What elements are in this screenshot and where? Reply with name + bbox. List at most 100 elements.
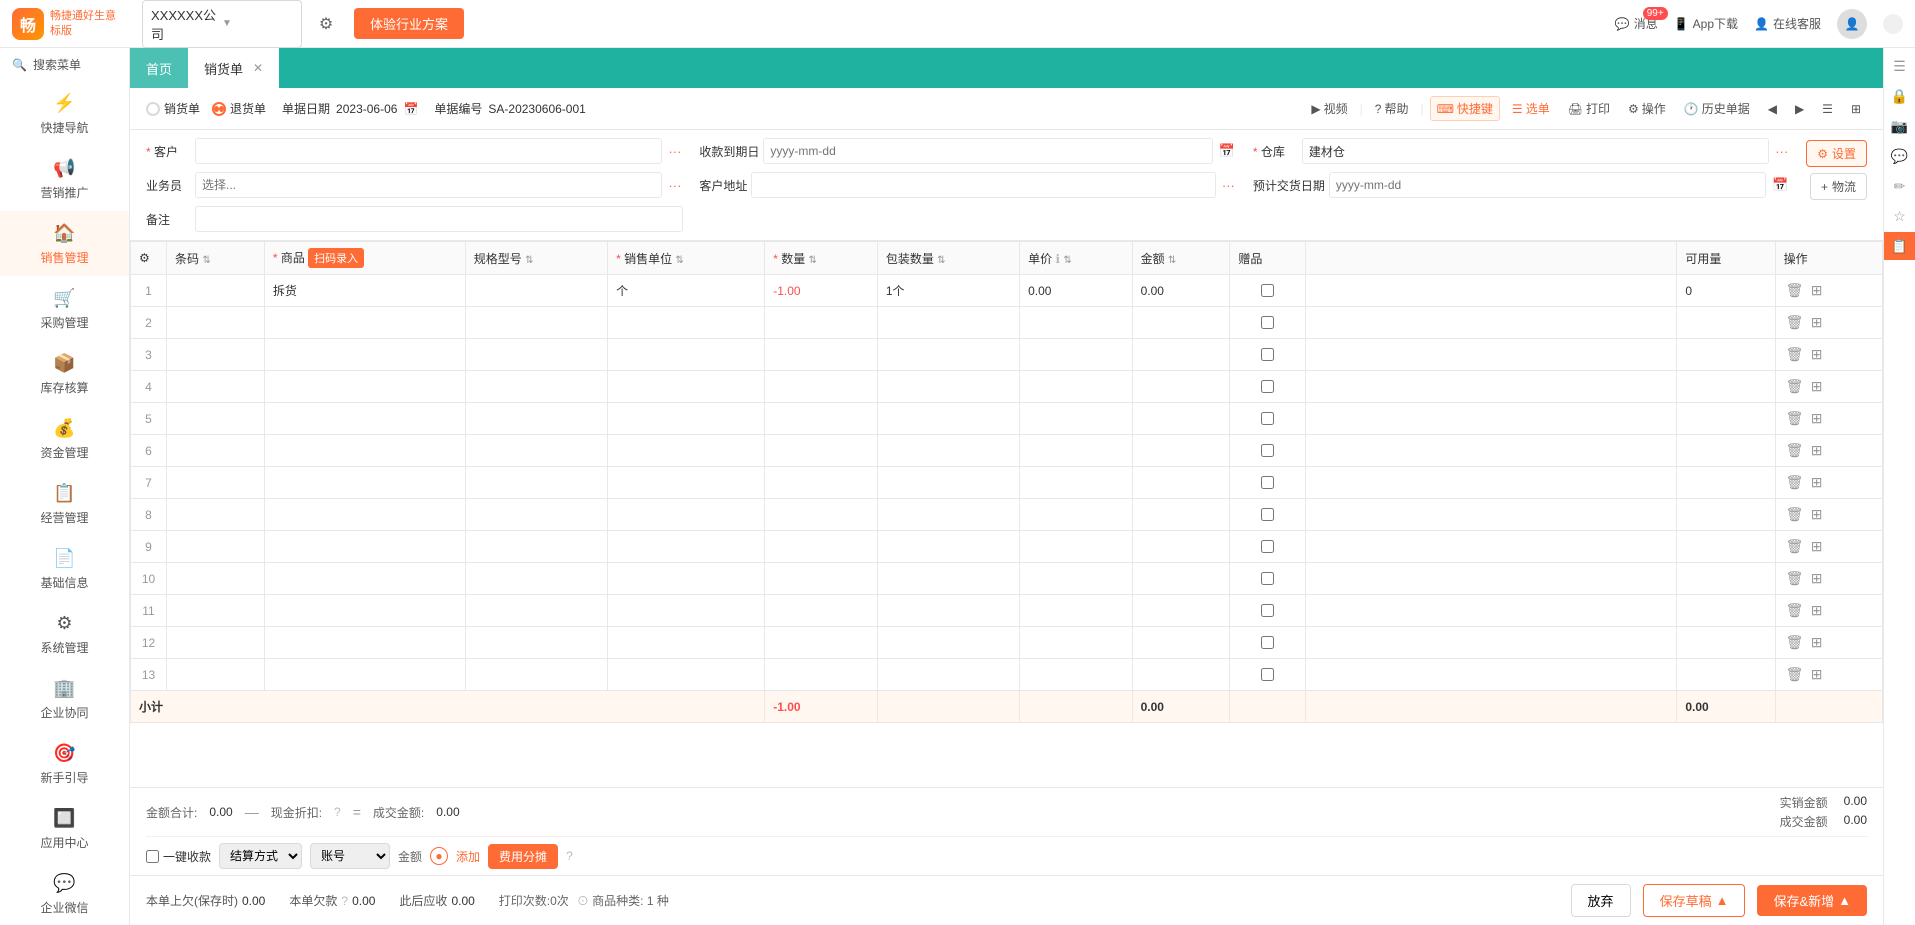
row-gift[interactable] — [1230, 467, 1306, 499]
row-qty[interactable] — [765, 467, 878, 499]
next-btn[interactable]: ▶ — [1789, 99, 1810, 119]
row-barcode[interactable] — [167, 403, 265, 435]
row-spec[interactable] — [465, 339, 607, 371]
delete-row-icon[interactable]: 🗑 — [1786, 538, 1804, 554]
row-gift[interactable] — [1230, 627, 1306, 659]
sort-amount-icon[interactable]: ⇅ — [1168, 255, 1176, 266]
app-download-item[interactable]: 📱 App下载 — [1674, 15, 1738, 32]
scan-btn[interactable]: 扫码录入 — [308, 248, 364, 268]
salesperson-dots-icon[interactable]: ··· — [666, 178, 683, 193]
copy-row-icon[interactable]: ⊞ — [1811, 634, 1823, 650]
delivery-calendar-icon[interactable]: 📅 — [1770, 177, 1790, 193]
calendar-icon[interactable]: 📅 — [403, 102, 418, 116]
row-qty[interactable] — [765, 499, 878, 531]
row-barcode[interactable] — [167, 563, 265, 595]
gift-checkbox[interactable] — [1261, 476, 1274, 489]
row-qty[interactable] — [765, 403, 878, 435]
panel-icon-1[interactable]: ☰ — [1886, 52, 1914, 80]
row-price[interactable] — [1020, 467, 1132, 499]
delete-row-icon[interactable]: 🗑 — [1786, 282, 1804, 298]
row-gift[interactable] — [1230, 563, 1306, 595]
row-barcode[interactable] — [167, 339, 265, 371]
row-price[interactable] — [1020, 659, 1132, 691]
add-label[interactable]: 添加 — [456, 848, 480, 865]
list-view-btn[interactable]: ☰ — [1816, 99, 1839, 119]
company-selector[interactable]: XXXXXX公司 ▼ — [142, 0, 302, 48]
copy-row-icon[interactable]: ⊞ — [1811, 602, 1823, 618]
remark-input[interactable] — [195, 206, 683, 232]
row-price[interactable] — [1020, 531, 1132, 563]
sidebar-item-operations[interactable]: 📋 经营管理 — [0, 471, 129, 536]
row-spec[interactable] — [465, 627, 607, 659]
copy-row-icon[interactable]: ⊞ — [1811, 570, 1823, 586]
copy-row-icon[interactable]: ⊞ — [1811, 442, 1823, 458]
delete-row-icon[interactable]: 🗑 — [1786, 474, 1804, 490]
tab-home[interactable]: 首页 — [130, 48, 188, 88]
row-price[interactable] — [1020, 435, 1132, 467]
expense-split-button[interactable]: 费用分摊 — [488, 844, 558, 869]
row-barcode[interactable] — [167, 275, 265, 307]
tab-sales-order[interactable]: 销货单 ✕ — [188, 48, 279, 88]
copy-row-icon[interactable]: ⊞ — [1811, 474, 1823, 490]
row-price[interactable]: 0.00 — [1020, 275, 1132, 307]
discard-button[interactable]: 放弃 — [1571, 884, 1631, 917]
copy-row-icon[interactable]: ⊞ — [1811, 314, 1823, 330]
sidebar-item-marketing[interactable]: 📢 营销推广 — [0, 146, 129, 211]
row-gift[interactable] — [1230, 371, 1306, 403]
row-qty[interactable] — [765, 531, 878, 563]
row-qty[interactable] — [765, 339, 878, 371]
copy-row-icon[interactable]: ⊞ — [1811, 282, 1823, 298]
avatar-extra[interactable] — [1883, 14, 1903, 34]
expected-delivery-input[interactable] — [1329, 172, 1766, 198]
row-spec[interactable] — [465, 499, 607, 531]
message-icon-item[interactable]: 💬 消息 99+ — [1615, 15, 1658, 32]
sidebar-item-basics[interactable]: 📄 基础信息 — [0, 536, 129, 601]
row-barcode[interactable] — [167, 659, 265, 691]
row-gift[interactable] — [1230, 659, 1306, 691]
row-barcode[interactable] — [167, 467, 265, 499]
history-btn[interactable]: 🕐 历史单据 — [1678, 97, 1756, 120]
video-btn[interactable]: ▶ 视频 — [1305, 97, 1353, 120]
row-gift[interactable] — [1230, 595, 1306, 627]
delete-row-icon[interactable]: 🗑 — [1786, 314, 1804, 330]
row-barcode[interactable] — [167, 627, 265, 659]
warehouse-dots-icon[interactable]: ··· — [1773, 144, 1790, 159]
delete-row-icon[interactable]: 🗑 — [1786, 666, 1804, 682]
sidebar-item-purchase[interactable]: 🛒 采购管理 — [0, 276, 129, 341]
sidebar-item-wechat[interactable]: 💬 企业微信 — [0, 861, 129, 925]
payment-account-select[interactable]: 账号 — [310, 843, 390, 869]
grid-view-btn[interactable]: ⊞ — [1845, 99, 1867, 119]
help-btn[interactable]: ? 帮助 — [1369, 97, 1415, 120]
gift-checkbox[interactable] — [1261, 508, 1274, 521]
row-spec[interactable] — [465, 659, 607, 691]
panel-icon-edit[interactable]: ✏ — [1886, 172, 1914, 200]
customer-input[interactable] — [195, 138, 662, 164]
warehouse-input[interactable] — [1302, 138, 1769, 164]
row-barcode[interactable] — [167, 307, 265, 339]
radio-sales[interactable]: 销货单 — [146, 100, 200, 117]
gift-checkbox[interactable] — [1261, 284, 1274, 297]
expense-help-icon[interactable]: ? — [566, 849, 573, 863]
row-price[interactable] — [1020, 499, 1132, 531]
gift-checkbox[interactable] — [1261, 604, 1274, 617]
row-qty[interactable] — [765, 307, 878, 339]
customer-dots-icon[interactable]: ··· — [666, 144, 683, 159]
sidebar-item-apps[interactable]: 🔲 应用中心 — [0, 796, 129, 861]
copy-row-icon[interactable]: ⊞ — [1811, 666, 1823, 682]
row-gift[interactable] — [1230, 307, 1306, 339]
delete-row-icon[interactable]: 🗑 — [1786, 442, 1804, 458]
row-gift[interactable] — [1230, 499, 1306, 531]
panel-icon-clipboard[interactable]: 📋 — [1884, 232, 1915, 260]
row-qty[interactable] — [765, 435, 878, 467]
sidebar-item-quick-nav[interactable]: ⚡ 快捷导航 — [0, 81, 129, 146]
sort-pkgqty-icon[interactable]: ⇅ — [937, 255, 945, 266]
logistics-button[interactable]: + 物流 — [1810, 173, 1867, 200]
copy-row-icon[interactable]: ⊞ — [1811, 378, 1823, 394]
add-payment-button[interactable]: ● — [430, 847, 448, 865]
sort-price-icon[interactable]: ⇅ — [1063, 255, 1071, 266]
collection-calendar-icon[interactable]: 📅 — [1217, 143, 1237, 159]
select-btn[interactable]: ☰ 选单 — [1506, 97, 1556, 120]
online-support-item[interactable]: 👤 在线客服 — [1754, 15, 1821, 32]
copy-row-icon[interactable]: ⊞ — [1811, 346, 1823, 362]
row-price[interactable] — [1020, 627, 1132, 659]
